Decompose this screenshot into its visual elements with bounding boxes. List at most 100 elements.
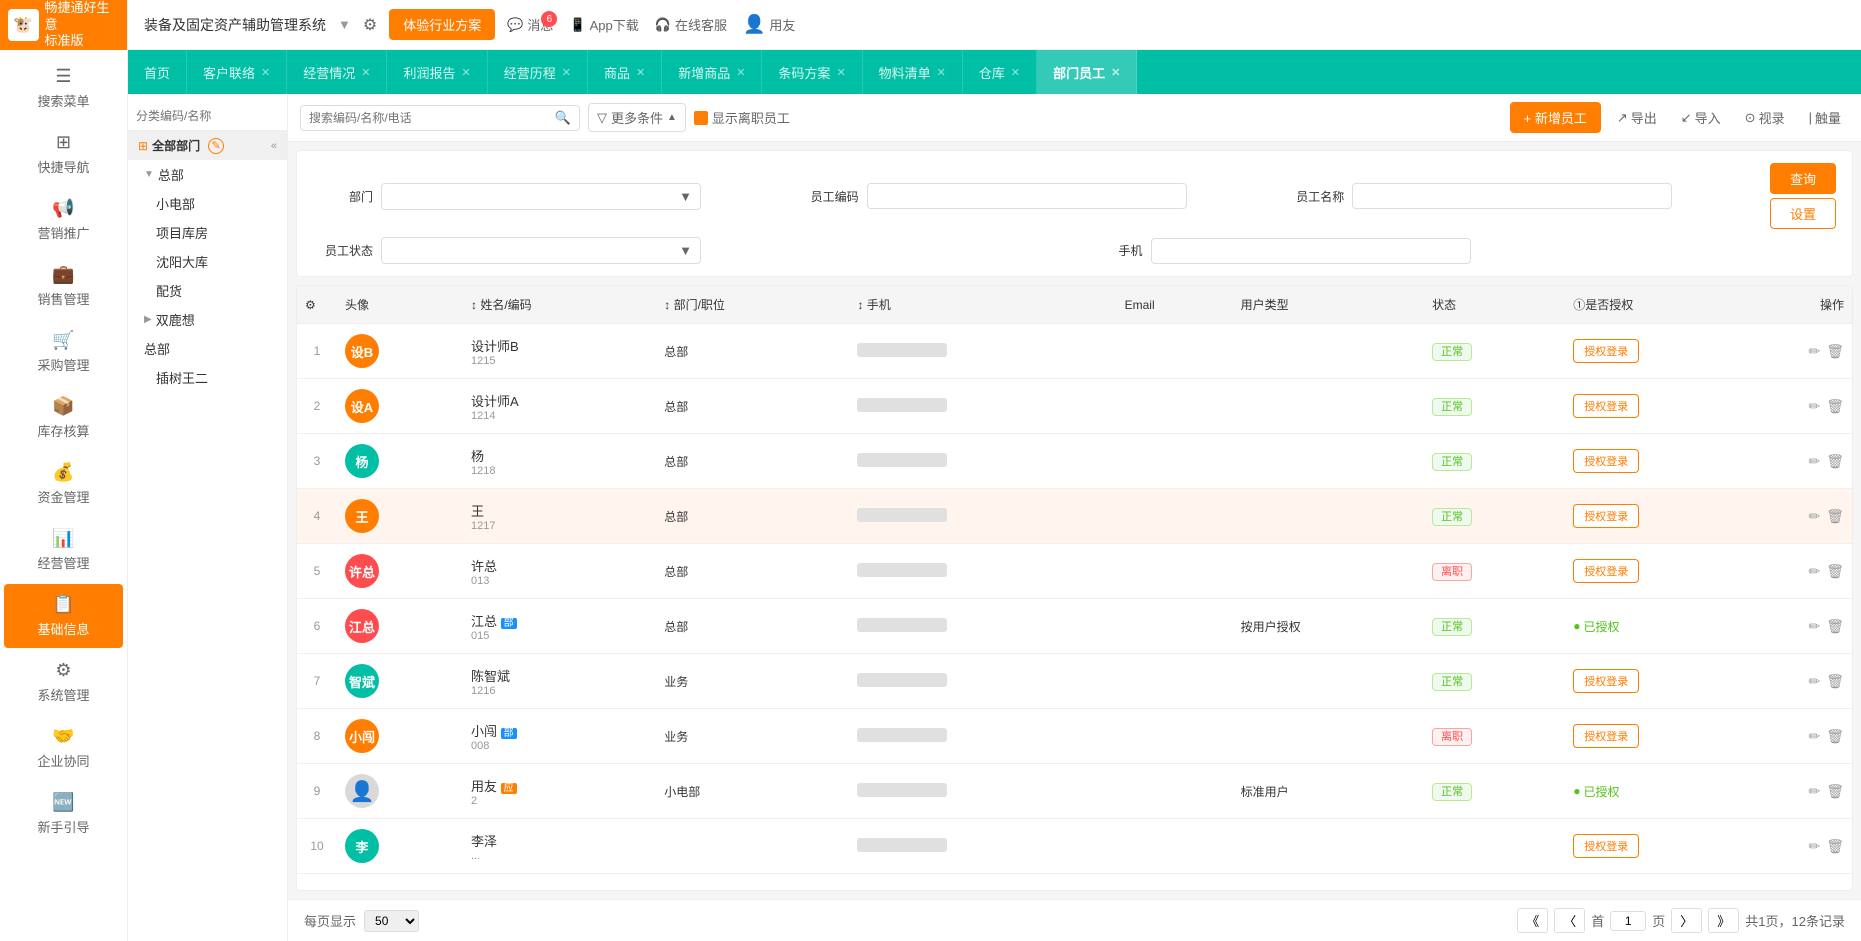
sidebar-item-marketing[interactable]: 📢 营销推广 — [4, 188, 123, 252]
auth-btn[interactable]: 授权登录 — [1573, 339, 1639, 363]
edit-icon[interactable]: ✏ — [1808, 343, 1820, 360]
add-employee-btn[interactable]: + 新增员工 — [1510, 102, 1601, 133]
delete-icon[interactable]: 🗑 — [1826, 508, 1844, 525]
close-icon[interactable]: ✕ — [836, 66, 845, 79]
tree-node-distribution[interactable]: 配货 — [128, 276, 287, 305]
tree-search-input[interactable] — [136, 109, 288, 123]
view-btn[interactable]: ⊙ 视录 — [1737, 104, 1793, 131]
delete-icon[interactable]: 🗑 — [1826, 398, 1844, 415]
tab-add-goods[interactable]: 新增商品 ✕ — [662, 50, 762, 94]
delete-icon[interactable]: 🗑 — [1826, 728, 1844, 745]
more-filter-btn[interactable]: ▽ 更多条件 ▲ — [588, 103, 686, 132]
tree-node-hq2[interactable]: 总部 — [128, 334, 287, 363]
close-icon[interactable]: ✕ — [361, 66, 370, 79]
col-phone[interactable]: ↕ 手机 — [849, 286, 1116, 324]
emp-name-input[interactable] — [1352, 183, 1672, 209]
delete-icon[interactable]: 🗑 — [1826, 673, 1844, 690]
tree-node-shuanglu[interactable]: ▶ 双鹿想 — [128, 305, 287, 334]
edit-icon[interactable]: ✏ — [1808, 783, 1820, 800]
delete-icon[interactable]: 🗑 — [1826, 563, 1844, 580]
close-icon[interactable]: ✕ — [937, 66, 946, 79]
delete-icon[interactable]: 🗑 — [1826, 838, 1844, 855]
col-dept[interactable]: ↕ 部门/职位 — [656, 286, 849, 324]
settings-icon[interactable]: ⚙ — [363, 15, 377, 35]
tree-node-chashuwang[interactable]: 插树王二 — [128, 363, 287, 392]
tab-bom[interactable]: 物料清单 ✕ — [863, 50, 963, 94]
tree-all-dept[interactable]: ⊞ 全部部门 ✎ « — [128, 131, 287, 160]
auth-btn[interactable]: 授权登录 — [1573, 504, 1639, 528]
set-btn[interactable]: 设置 — [1770, 198, 1836, 229]
close-icon[interactable]: ✕ — [736, 66, 745, 79]
sidebar-item-collab[interactable]: 🤝 企业协同 — [4, 716, 123, 780]
delete-icon[interactable]: 🗑 — [1826, 453, 1844, 470]
auth-btn[interactable]: 授权登录 — [1573, 559, 1639, 583]
edit-icon[interactable]: ✏ — [1808, 398, 1820, 415]
tree-node-shenyang[interactable]: 沈阳大库 — [128, 247, 287, 276]
auth-btn[interactable]: 授权登录 — [1573, 724, 1639, 748]
emp-code-input[interactable] — [867, 183, 1187, 209]
app-download-btn[interactable]: 📱 App下载 — [569, 15, 638, 34]
auth-btn[interactable]: 授权登录 — [1573, 834, 1639, 858]
tab-customer[interactable]: 客户联络 ✕ — [187, 50, 287, 94]
tab-profit[interactable]: 利润报告 ✕ — [387, 50, 487, 94]
edit-icon[interactable]: ✏ — [1808, 453, 1820, 470]
prev-page-btn[interactable]: 〈 — [1554, 908, 1585, 933]
sidebar-item-purchase[interactable]: 🛒 采购管理 — [4, 320, 123, 384]
tab-barcode[interactable]: 条码方案 ✕ — [762, 50, 862, 94]
dropdown-arrow[interactable]: ▼ — [338, 17, 351, 32]
close-icon[interactable]: ✕ — [1111, 66, 1120, 79]
close-icon[interactable]: ✕ — [1011, 66, 1020, 79]
col-name[interactable]: ↕ 姓名/编码 — [463, 286, 656, 324]
experience-btn[interactable]: 体验行业方案 — [389, 9, 495, 40]
sidebar-item-finance[interactable]: 💰 资金管理 — [4, 452, 123, 516]
edit-icon[interactable]: ✎ — [208, 138, 224, 154]
message-btn[interactable]: 💬 6 消息 — [507, 15, 553, 34]
import-btn[interactable]: ↙ 导入 — [1673, 104, 1729, 131]
auth-btn[interactable]: 授权登录 — [1573, 394, 1639, 418]
resigned-checkbox[interactable] — [694, 111, 708, 125]
search-icon[interactable]: 🔍 — [555, 110, 571, 126]
page-input[interactable] — [1610, 911, 1646, 931]
edit-icon[interactable]: ✏ — [1808, 508, 1820, 525]
query-btn[interactable]: 查询 — [1770, 163, 1836, 194]
delete-icon[interactable]: 🗑 — [1826, 618, 1844, 635]
sidebar-item-system[interactable]: ⚙ 系统管理 — [4, 650, 123, 714]
last-page-btn[interactable]: 》 — [1708, 908, 1739, 933]
emp-status-select[interactable]: ▼ — [381, 237, 701, 264]
tree-node-hq[interactable]: ▼ 总部 — [128, 160, 287, 189]
tree-node-electronics[interactable]: 小电部 — [128, 189, 287, 218]
sidebar-item-stock[interactable]: 📦 库存核算 — [4, 386, 123, 450]
page-size-select[interactable]: 50 100 200 — [364, 910, 419, 932]
auth-btn[interactable]: 授权登录 — [1573, 449, 1639, 473]
dept-select[interactable]: ▼ — [381, 183, 701, 210]
show-resigned-check[interactable]: 显示离职员工 — [694, 108, 790, 127]
sidebar-item-guide[interactable]: 🆕 新手引导 — [4, 782, 123, 846]
search-input[interactable] — [309, 111, 551, 125]
sidebar-item-operation[interactable]: 📊 经营管理 — [4, 518, 123, 582]
tab-home[interactable]: 首页 — [128, 50, 187, 94]
edit-icon[interactable]: ✏ — [1808, 673, 1820, 690]
sidebar-item-search[interactable]: ☰ 搜索菜单 — [4, 56, 123, 120]
tab-operation[interactable]: 经营情况 ✕ — [287, 50, 387, 94]
more-btn[interactable]: | 触量 — [1801, 104, 1849, 131]
export-btn[interactable]: ↗ 导出 — [1609, 104, 1665, 131]
edit-icon[interactable]: ✏ — [1808, 563, 1820, 580]
tree-node-project[interactable]: 项目库房 — [128, 218, 287, 247]
close-icon[interactable]: ✕ — [261, 66, 270, 79]
col-settings[interactable]: ⚙ — [297, 286, 337, 324]
close-icon[interactable]: ✕ — [562, 66, 571, 79]
first-page-btn[interactable]: 《 — [1517, 908, 1548, 933]
delete-icon[interactable]: 🗑 — [1826, 783, 1844, 800]
next-page-btn[interactable]: 〉 — [1671, 908, 1702, 933]
tab-goods[interactable]: 商品 ✕ — [588, 50, 662, 94]
phone-input[interactable] — [1151, 238, 1471, 264]
edit-icon[interactable]: ✏ — [1808, 728, 1820, 745]
close-icon[interactable]: ✕ — [636, 66, 645, 79]
online-service-btn[interactable]: 🎧 在线客服 — [655, 15, 727, 34]
tab-history[interactable]: 经营历程 ✕ — [488, 50, 588, 94]
tab-employees[interactable]: 部门员工 ✕ — [1037, 50, 1137, 94]
edit-icon[interactable]: ✏ — [1808, 618, 1820, 635]
sidebar-item-nav[interactable]: ⊞ 快捷导航 — [4, 122, 123, 186]
edit-icon[interactable]: ✏ — [1808, 838, 1820, 855]
sidebar-item-sales[interactable]: 💼 销售管理 — [4, 254, 123, 318]
